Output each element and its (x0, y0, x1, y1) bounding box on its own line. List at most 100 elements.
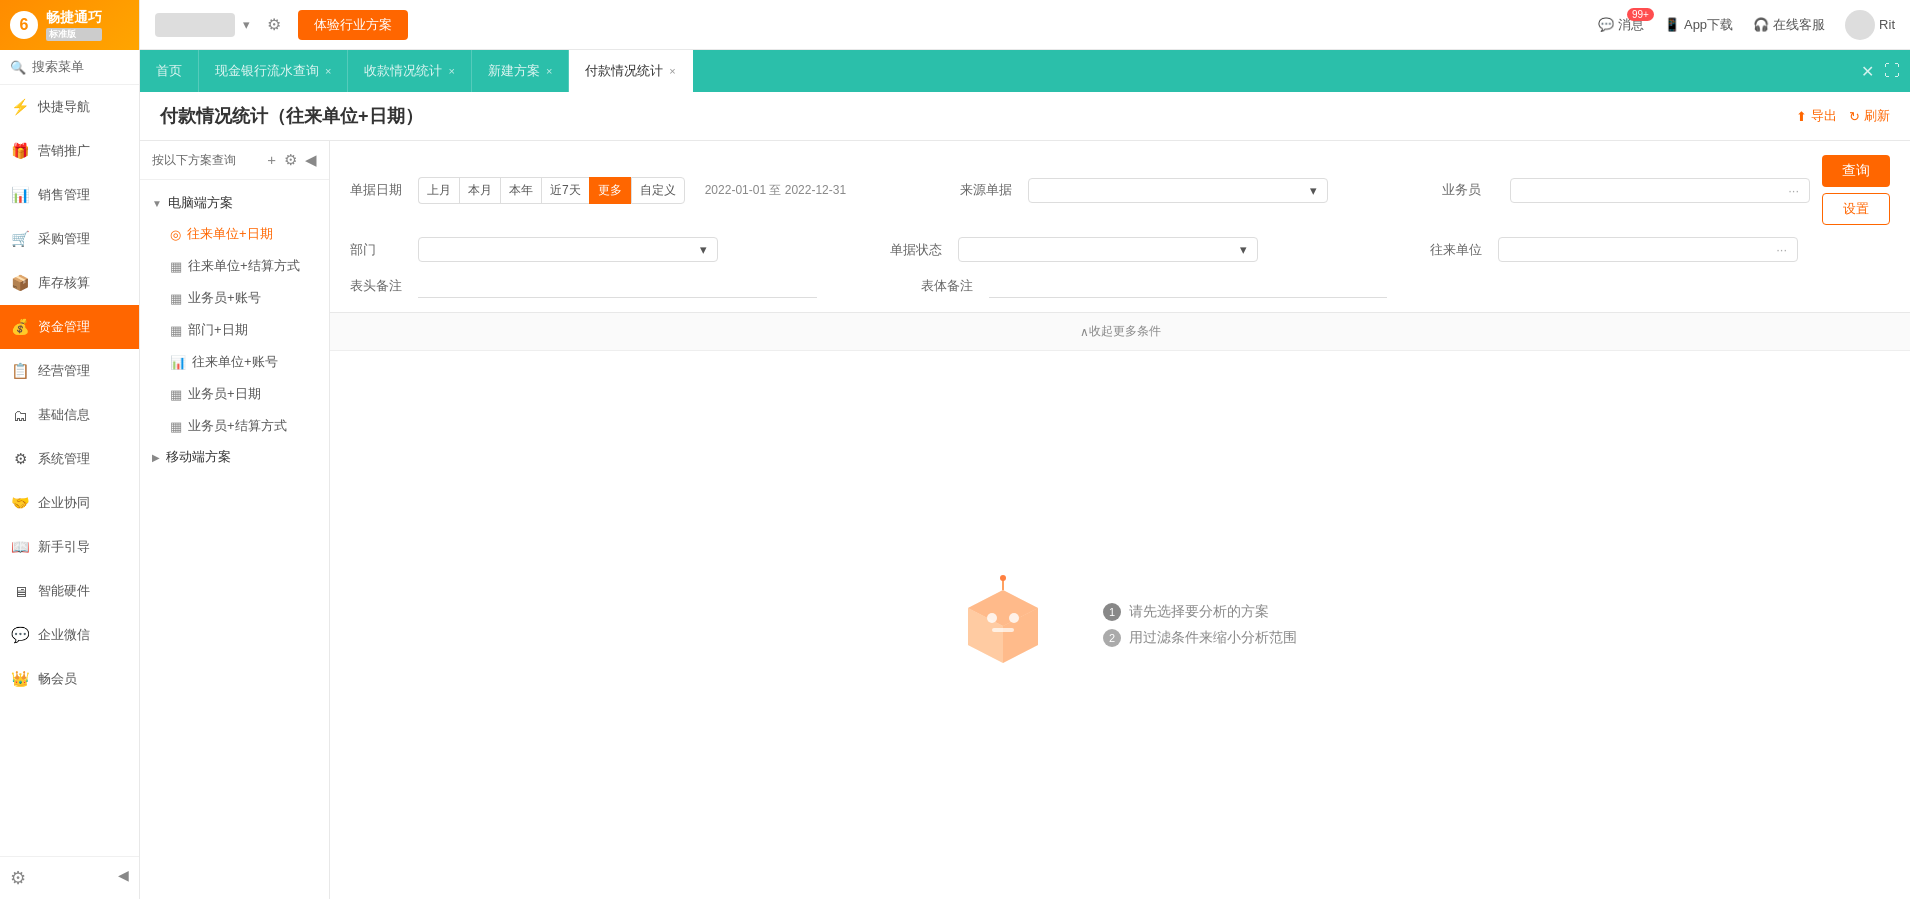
tab-fullscreen-btn[interactable]: ⛶ (1884, 62, 1900, 80)
search-icon: 🔍 (10, 60, 26, 75)
scheme-item-5[interactable]: ▦ 业务员+日期 (140, 378, 329, 410)
scheme-item-label-5: 业务员+日期 (188, 385, 261, 403)
tab-home-label: 首页 (156, 62, 182, 80)
scheme-collapse-btn[interactable]: ◀ (305, 151, 317, 169)
app-download-label: App下载 (1684, 16, 1733, 34)
scheme-settings-btn[interactable]: ⚙ (284, 151, 297, 169)
sidebar-settings-btn[interactable]: ⚙ (10, 867, 26, 889)
sidebar-logo: 6 畅捷通巧 标准版 (0, 0, 139, 50)
filter-area: 单据日期 上月 本月 本年 近7天 更多 自定义 2022-01-01 至 20… (330, 141, 1910, 899)
empty-step-2: 2 用过滤条件来缩小分析范围 (1103, 629, 1297, 647)
sidebar-collapse-btn[interactable]: ◀ (118, 867, 129, 889)
date-btn-more[interactable]: 更多 (589, 177, 631, 204)
dept-select[interactable]: ▾ (418, 237, 718, 262)
tab-home[interactable]: 首页 (140, 50, 199, 92)
tab-bank-flow-label: 现金银行流水查询 (215, 62, 319, 80)
sidebar-item-finance[interactable]: 💰 资金管理 (0, 305, 139, 349)
scheme-item-0[interactable]: ◎ 往来单位+日期 (140, 218, 329, 250)
collapse-bar[interactable]: ∧ 收起更多条件 (330, 313, 1910, 351)
notifications-badge: 99+ (1627, 8, 1654, 21)
tab-close-all-btn[interactable]: ✕ (1861, 62, 1874, 81)
sidebar-item-label: 营销推广 (38, 142, 90, 160)
tab-collection-close[interactable]: × (448, 65, 454, 77)
scheme-item-label-4: 往来单位+账号 (192, 353, 278, 371)
header-note-input[interactable] (418, 274, 817, 298)
source-select[interactable]: ▾ (1028, 178, 1328, 203)
sidebar-item-hardware[interactable]: 🖥 智能硬件 (0, 569, 139, 613)
tab-bank-flow[interactable]: 现金银行流水查询 × (199, 50, 348, 92)
scheme-item-6[interactable]: ▦ 业务员+结算方式 (140, 410, 329, 442)
collapse-icon: ∧ (1080, 323, 1089, 340)
sidebar-item-label: 销售管理 (38, 186, 90, 204)
body-note-input[interactable] (989, 274, 1388, 298)
tab-collection-stats-label: 收款情况统计 (364, 62, 442, 80)
date-btn-7days[interactable]: 近7天 (541, 177, 589, 204)
sidebar-item-guide[interactable]: 📖 新手引导 (0, 525, 139, 569)
logo-icon: 6 (10, 11, 38, 39)
search-label: 搜索菜单 (32, 58, 84, 76)
sidebar-item-operations[interactable]: 📋 经营管理 (0, 349, 139, 393)
date-btn-last-month[interactable]: 上月 (418, 177, 459, 204)
date-btn-this-year[interactable]: 本年 (500, 177, 541, 204)
sidebar-item-marketing[interactable]: 🎁 营销推广 (0, 129, 139, 173)
dept-label: 部门 (350, 241, 406, 259)
scheme-item-1[interactable]: ▦ 往来单位+结算方式 (140, 250, 329, 282)
topbar-settings-btn[interactable]: ⚙ (260, 11, 288, 39)
sidebar-item-label: 采购管理 (38, 230, 90, 248)
online-service-btn[interactable]: 🎧 在线客服 (1753, 16, 1825, 34)
topbar: ▾ ⚙ 体验行业方案 💬 消息 99+ 📱 App下载 🎧 在线客服 Rit (140, 0, 1910, 50)
doc-status-select[interactable]: ▾ (958, 237, 1258, 262)
user-avatar[interactable]: Rit (1845, 10, 1895, 40)
notifications-btn[interactable]: 💬 消息 99+ (1598, 16, 1644, 34)
sidebar-item-sales[interactable]: 📊 销售管理 (0, 173, 139, 217)
sidebar-item-basic-info[interactable]: 🗂 基础信息 (0, 393, 139, 437)
settings-button[interactable]: 设置 (1822, 193, 1890, 225)
sidebar-item-member[interactable]: 👑 畅会员 (0, 657, 139, 701)
sidebar-item-wechat[interactable]: 💬 企业微信 (0, 613, 139, 657)
date-btn-this-month[interactable]: 本月 (459, 177, 500, 204)
scheme-item-icon-3: ▦ (170, 323, 182, 338)
salesperson-select[interactable]: ··· (1510, 178, 1810, 203)
scheme-panel: 按以下方案查询 + ⚙ ◀ ▼ 电脑端方案 ◎ 往来单位+日期 (140, 141, 330, 899)
query-button[interactable]: 查询 (1822, 155, 1890, 187)
topbar-brand: ▾ (155, 13, 250, 37)
export-btn[interactable]: ⬆ 导出 (1796, 107, 1837, 125)
collapse-label: 收起更多条件 (1089, 323, 1161, 340)
tab-collection-stats[interactable]: 收款情况统计 × (348, 50, 471, 92)
logo-name: 畅捷通巧 (46, 9, 102, 26)
sidebar-item-inventory[interactable]: 📦 库存核算 (0, 261, 139, 305)
scheme-item-4[interactable]: 📊 往来单位+账号 (140, 346, 329, 378)
app-icon: 📱 (1664, 17, 1680, 32)
scheme-item-3[interactable]: ▦ 部门+日期 (140, 314, 329, 346)
sidebar-item-enterprise[interactable]: 🤝 企业协同 (0, 481, 139, 525)
tab-payment-close[interactable]: × (669, 65, 675, 77)
step2-num: 2 (1103, 629, 1121, 647)
sidebar-item-system[interactable]: ⚙ 系统管理 (0, 437, 139, 481)
doc-status-label: 单据状态 (890, 241, 946, 259)
sidebar-item-label: 畅会员 (38, 670, 77, 688)
scheme-add-btn[interactable]: + (267, 151, 276, 169)
app-download-btn[interactable]: 📱 App下载 (1664, 16, 1733, 34)
tab-payment-stats[interactable]: 付款情况统计 × (569, 50, 692, 92)
scheme-header-icons: + ⚙ ◀ (267, 151, 317, 169)
scheme-item-icon-6: ▦ (170, 419, 182, 434)
tab-new-scheme-close[interactable]: × (546, 65, 552, 77)
partner-select[interactable]: ··· (1498, 237, 1798, 262)
sidebar-item-purchase[interactable]: 🛒 采购管理 (0, 217, 139, 261)
inventory-icon: 📦 (10, 273, 30, 293)
scheme-group-pc[interactable]: ▼ 电脑端方案 (140, 188, 329, 218)
sidebar-item-quick-nav[interactable]: ⚡ 快捷导航 (0, 85, 139, 129)
tab-bank-flow-close[interactable]: × (325, 65, 331, 77)
page: 付款情况统计（往来单位+日期） ⬆ 导出 ↻ 刷新 按以下方案查询 + (140, 92, 1910, 899)
topbar-dropdown-icon[interactable]: ▾ (243, 17, 250, 32)
scheme-group-mobile[interactable]: ▶ 移动端方案 (140, 442, 329, 472)
content-area: 按以下方案查询 + ⚙ ◀ ▼ 电脑端方案 ◎ 往来单位+日期 (140, 141, 1910, 899)
date-btn-custom[interactable]: 自定义 (631, 177, 685, 204)
tab-new-scheme[interactable]: 新建方案 × (472, 50, 569, 92)
refresh-btn[interactable]: ↻ 刷新 (1849, 107, 1890, 125)
search-menu[interactable]: 🔍 搜索菜单 (0, 50, 139, 85)
trial-btn[interactable]: 体验行业方案 (298, 10, 408, 40)
guide-icon: 📖 (10, 537, 30, 557)
scheme-item-2[interactable]: ▦ 业务员+账号 (140, 282, 329, 314)
svg-rect-6 (992, 628, 1014, 632)
